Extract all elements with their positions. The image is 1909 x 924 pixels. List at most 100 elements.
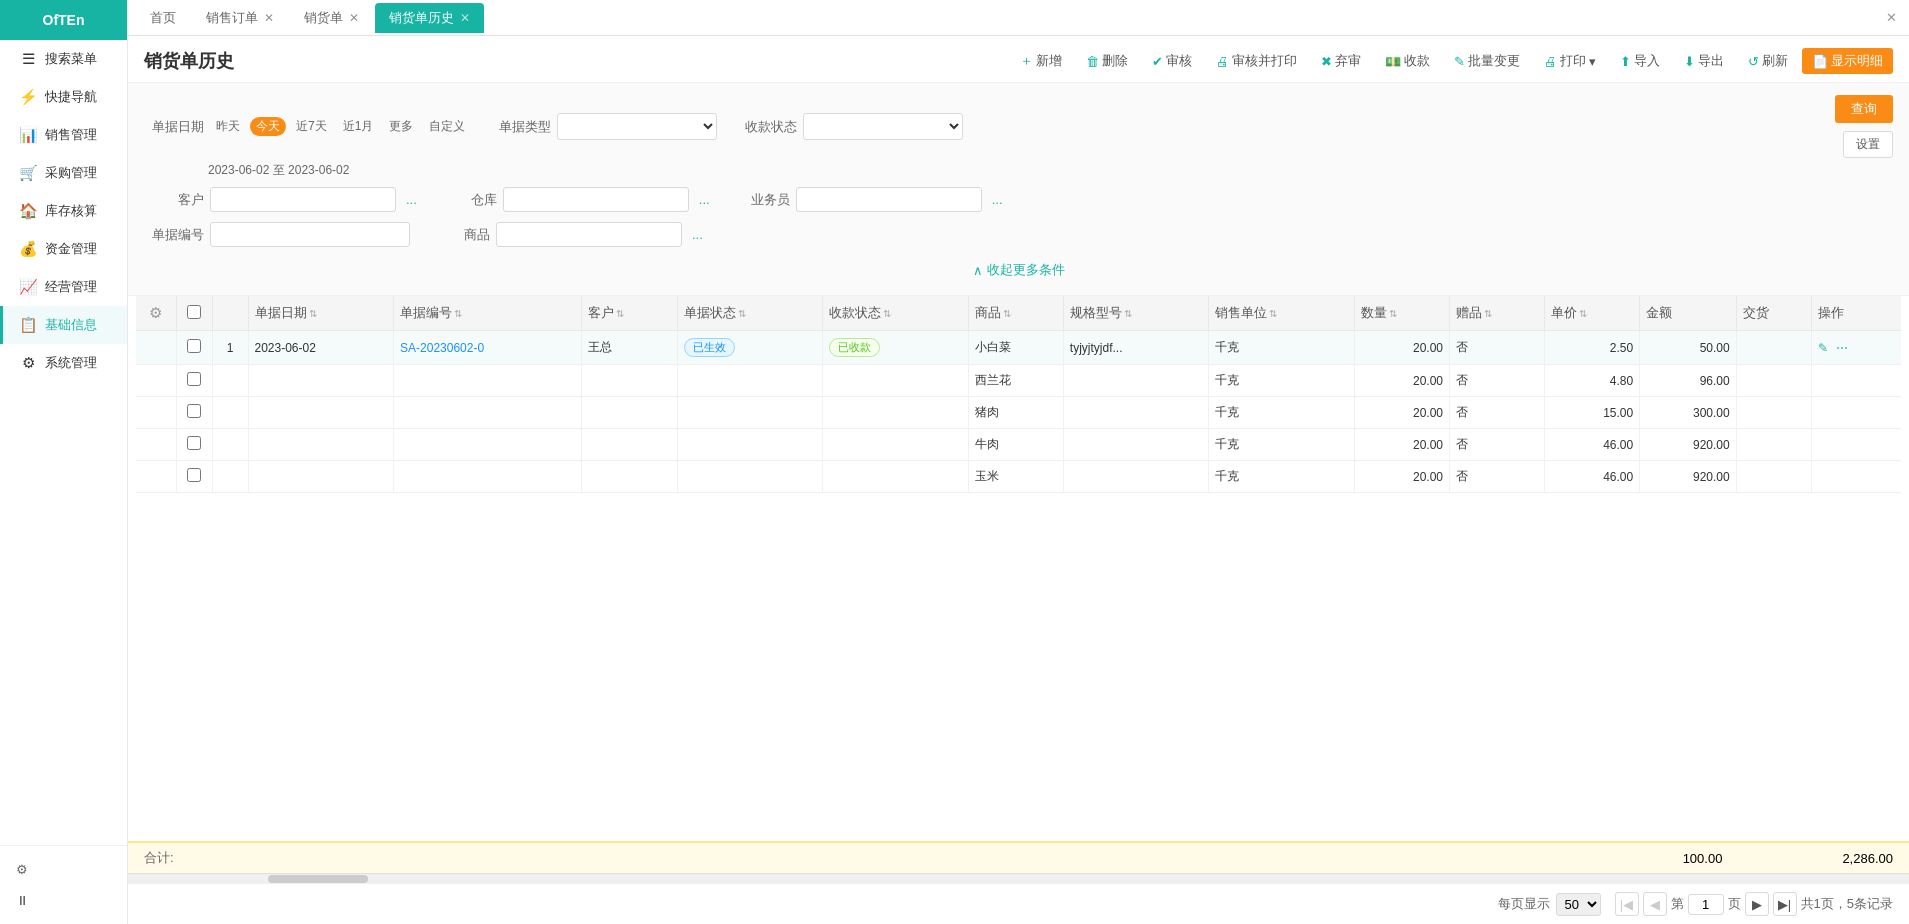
tab-sales-order-close[interactable]: ✕ xyxy=(264,11,274,25)
sidebar-item-system-mgmt[interactable]: ⚙ 系统管理 xyxy=(0,344,127,382)
page-last-btn[interactable]: ▶| xyxy=(1773,892,1797,916)
row-checkbox[interactable] xyxy=(187,372,201,386)
page-number-input[interactable] xyxy=(1688,894,1724,915)
date-tag-1month[interactable]: 近1月 xyxy=(337,117,380,136)
warehouse-dots[interactable]: ... xyxy=(699,192,710,207)
col-spec-header[interactable]: 规格型号 ⇅ xyxy=(1063,296,1209,331)
filter-settings-button[interactable]: 设置 xyxy=(1843,131,1893,158)
col-customer-sort-icon[interactable]: ⇅ xyxy=(616,308,624,319)
page-first-btn[interactable]: |◀ xyxy=(1615,892,1639,916)
sidebar-item-quick-nav[interactable]: ⚡ 快捷导航 xyxy=(0,78,127,116)
customer-dots[interactable]: ... xyxy=(406,192,417,207)
add-button[interactable]: ＋ 新增 xyxy=(1010,48,1072,74)
row-number-cell[interactable] xyxy=(394,397,582,429)
sidebar-pause-btn[interactable]: ⏸ xyxy=(0,885,127,916)
col-status-header[interactable]: 单据状态 ⇅ xyxy=(677,296,823,331)
window-close-btn[interactable]: ✕ xyxy=(1882,10,1901,25)
tab-sales-delivery[interactable]: 销货单 ✕ xyxy=(290,3,373,33)
tab-sales-history[interactable]: 销货单历史 ✕ xyxy=(375,3,484,33)
sidebar-item-search-menu[interactable]: ☰ 搜索菜单 xyxy=(0,40,127,78)
col-gift-header[interactable]: 赠品 ⇅ xyxy=(1450,296,1545,331)
col-checkbox-header[interactable] xyxy=(176,296,212,331)
sidebar-item-inventory[interactable]: 🏠 库存核算 xyxy=(0,192,127,230)
export-button[interactable]: ⬇ 导出 xyxy=(1674,48,1734,74)
col-settings-header[interactable]: ⚙ xyxy=(136,296,176,331)
tab-sales-history-close[interactable]: ✕ xyxy=(460,11,470,25)
row-number-cell[interactable]: SA-20230602-0 xyxy=(394,331,582,365)
salesperson-dots[interactable]: ... xyxy=(992,192,1003,207)
sidebar-item-purchase-mgmt[interactable]: 🛒 采购管理 xyxy=(0,154,127,192)
delete-button[interactable]: 🗑 删除 xyxy=(1076,48,1138,74)
sidebar-item-finance[interactable]: 💰 资金管理 xyxy=(0,230,127,268)
abandon-button[interactable]: ✖ 弃审 xyxy=(1311,48,1371,74)
tab-home[interactable]: 首页 xyxy=(136,3,190,33)
salesperson-input[interactable] xyxy=(796,187,982,212)
col-customer-header[interactable]: 客户 ⇅ xyxy=(582,296,677,331)
col-gift-sort-icon[interactable]: ⇅ xyxy=(1484,308,1492,319)
collapse-button[interactable]: ∧ 收起更多条件 xyxy=(144,257,1893,283)
col-qty-header[interactable]: 数量 ⇅ xyxy=(1354,296,1449,331)
page-next-btn[interactable]: ▶ xyxy=(1745,892,1769,916)
date-tag-today[interactable]: 今天 xyxy=(250,117,286,136)
col-spec-sort-icon[interactable]: ⇅ xyxy=(1124,308,1132,319)
batch-change-button[interactable]: ✎ 批量变更 xyxy=(1444,48,1530,74)
page-prev-btn[interactable]: ◀ xyxy=(1643,892,1667,916)
col-payment-status-sort-icon[interactable]: ⇅ xyxy=(883,308,891,319)
sidebar-item-sales-mgmt[interactable]: 📊 销售管理 xyxy=(0,116,127,154)
product-filter-input[interactable] xyxy=(496,222,682,247)
sidebar-item-operations[interactable]: 📈 经营管理 xyxy=(0,268,127,306)
date-tag-yesterday[interactable]: 昨天 xyxy=(210,117,246,136)
row-number-cell[interactable] xyxy=(394,365,582,397)
collection-status-select[interactable] xyxy=(803,113,963,140)
row-number-cell[interactable] xyxy=(394,461,582,493)
select-all-checkbox[interactable] xyxy=(187,305,201,319)
col-date-header[interactable]: 单据日期 ⇅ xyxy=(248,296,394,331)
page-size-select[interactable]: 50 xyxy=(1556,893,1601,916)
doc-type-select[interactable] xyxy=(557,113,717,140)
col-date-sort-icon[interactable]: ⇅ xyxy=(309,308,317,319)
customer-input[interactable] xyxy=(210,187,396,212)
col-payment-status-header[interactable]: 收款状态 ⇅ xyxy=(823,296,969,331)
col-status-sort-icon[interactable]: ⇅ xyxy=(738,308,746,319)
print-button[interactable]: 🖨 打印 ▾ xyxy=(1534,48,1606,74)
sidebar-item-basic-info[interactable]: 📋 基础信息 xyxy=(0,306,127,344)
date-tag-7days[interactable]: 近7天 xyxy=(290,117,333,136)
row-checkbox-cell[interactable] xyxy=(176,397,212,429)
row-checkbox-cell[interactable] xyxy=(176,331,212,365)
col-qty-sort-icon[interactable]: ⇅ xyxy=(1389,308,1397,319)
show-details-button[interactable]: 📄 显示明细 xyxy=(1802,48,1893,74)
query-button[interactable]: 查询 xyxy=(1835,95,1893,123)
row-checkbox[interactable] xyxy=(187,404,201,418)
row-checkbox[interactable] xyxy=(187,339,201,353)
horizontal-scrollbar[interactable] xyxy=(128,873,1909,883)
product-dots[interactable]: ... xyxy=(692,227,703,242)
col-product-sort-icon[interactable]: ⇅ xyxy=(1003,308,1011,319)
col-number-header[interactable]: 单据编号 ⇅ xyxy=(394,296,582,331)
tab-sales-order[interactable]: 销售订单 ✕ xyxy=(192,3,288,33)
import-button[interactable]: ⬆ 导入 xyxy=(1610,48,1670,74)
row-checkbox-cell[interactable] xyxy=(176,461,212,493)
date-tag-custom[interactable]: 自定义 xyxy=(423,117,471,136)
col-price-sort-icon[interactable]: ⇅ xyxy=(1579,308,1587,319)
row-number-cell[interactable] xyxy=(394,429,582,461)
row-checkbox[interactable] xyxy=(187,436,201,450)
row-checkbox[interactable] xyxy=(187,468,201,482)
refresh-button[interactable]: ↺ 刷新 xyxy=(1738,48,1798,74)
col-number-sort-icon[interactable]: ⇅ xyxy=(454,308,462,319)
sidebar-settings-btn[interactable]: ⚙ xyxy=(0,854,127,885)
col-settings-gear-icon[interactable]: ⚙ xyxy=(149,304,162,321)
warehouse-input[interactable] xyxy=(503,187,689,212)
col-price-header[interactable]: 单价 ⇅ xyxy=(1545,296,1640,331)
col-unit-header[interactable]: 销售单位 ⇅ xyxy=(1209,296,1355,331)
tab-sales-delivery-close[interactable]: ✕ xyxy=(349,11,359,25)
row-edit-btn[interactable]: ✎ xyxy=(1818,341,1828,355)
row-more-btn[interactable]: ⋯ xyxy=(1836,341,1848,355)
row-checkbox-cell[interactable] xyxy=(176,429,212,461)
audit-print-button[interactable]: 🖨 审核并打印 xyxy=(1206,48,1307,74)
audit-button[interactable]: ✔ 审核 xyxy=(1142,48,1202,74)
row-checkbox-cell[interactable] xyxy=(176,365,212,397)
scrollbar-thumb[interactable] xyxy=(268,875,368,883)
date-tag-more[interactable]: 更多 xyxy=(383,117,419,136)
col-product-header[interactable]: 商品 ⇅ xyxy=(968,296,1063,331)
collect-button[interactable]: 💵 收款 xyxy=(1375,48,1440,74)
